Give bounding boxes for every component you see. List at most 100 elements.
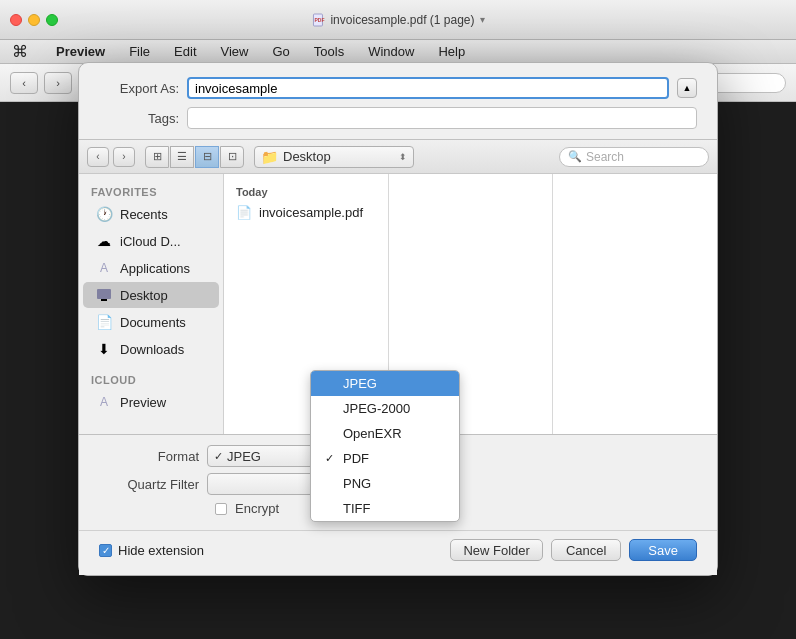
downloads-label: Downloads (120, 342, 184, 357)
view-buttons: ⊞ ☰ ⊟ ⊡ (145, 146, 244, 168)
format-label: Format (99, 449, 199, 464)
file-col3 (553, 174, 717, 434)
menu-tools[interactable]: Tools (310, 44, 348, 59)
sidebar-item-documents[interactable]: 📄 Documents (83, 309, 219, 335)
dropdown-item-tiff[interactable]: TIFF (311, 496, 459, 521)
location-arrow-icon: ⬍ (399, 152, 407, 162)
sidebar-item-preview[interactable]: A Preview (83, 389, 219, 415)
menu-window[interactable]: Window (364, 44, 418, 59)
dropdown-item-jpeg2000[interactable]: JPEG-2000 (311, 396, 459, 421)
cancel-button[interactable]: Cancel (551, 539, 621, 561)
hide-extension-check: ✓ Hide extension (99, 543, 204, 558)
applications-label: Applications (120, 261, 190, 276)
traffic-lights (10, 14, 58, 26)
format-check-icon: ✓ (214, 450, 223, 463)
view-column-button[interactable]: ⊟ (195, 146, 219, 168)
format-value: JPEG (227, 449, 261, 464)
recents-icon: 🕐 (95, 205, 113, 223)
browser-search-icon: 🔍 (568, 150, 582, 163)
browser-back-button[interactable]: ‹ (87, 147, 109, 167)
apple-menu[interactable]: ⌘ (8, 42, 32, 61)
expand-button[interactable]: ▲ (677, 78, 697, 98)
browser-forward-button[interactable]: › (113, 147, 135, 167)
dialog-footer: ✓ Hide extension New Folder Cancel Save (79, 530, 717, 575)
file-item-invoicesample[interactable]: 📄 invoicesample.pdf (224, 202, 388, 223)
close-button[interactable] (10, 14, 22, 26)
file-section-header: Today (224, 182, 388, 202)
downloads-icon: ⬇ (95, 340, 113, 358)
documents-label: Documents (120, 315, 186, 330)
favorites-header: Favorites (79, 182, 223, 200)
svg-text:PDF: PDF (314, 17, 324, 23)
toolbar-nav-back[interactable]: ‹ (10, 72, 38, 94)
maximize-button[interactable] (46, 14, 58, 26)
sidebar-item-downloads[interactable]: ⬇ Downloads (83, 336, 219, 362)
icloud-section-header: iCloud (79, 370, 223, 388)
tags-label: Tags: (99, 111, 179, 126)
menu-help[interactable]: Help (434, 44, 469, 59)
app-menu-preview[interactable]: Preview (52, 44, 109, 59)
svg-rect-3 (101, 299, 107, 301)
dropdown-item-png[interactable]: PNG (311, 471, 459, 496)
toolbar-nav-forward[interactable]: › (44, 72, 72, 94)
encrypt-checkbox[interactable] (215, 503, 227, 515)
window-title: PDF invoicesample.pdf (1 page) ▾ (311, 13, 484, 27)
applications-icon: A (95, 259, 113, 277)
sidebar-item-icloud[interactable]: ☁ iCloud D... (83, 228, 219, 254)
png-label: PNG (343, 476, 371, 491)
browser-search[interactable]: 🔍 Search (559, 147, 709, 167)
quartz-label: Quartz Filter (99, 477, 199, 492)
sidebar: Favorites 🕐 Recents ☁ iCloud D... A Appl… (79, 174, 224, 434)
folder-icon: 📁 (261, 149, 278, 165)
new-folder-button[interactable]: New Folder (450, 539, 542, 561)
preview-app-icon: A (95, 393, 113, 411)
view-list-button[interactable]: ☰ (170, 146, 194, 168)
pdf-check: ✓ (325, 452, 337, 465)
tiff-label: TIFF (343, 501, 370, 516)
preview-label: Preview (120, 395, 166, 410)
menu-bar: ⌘ Preview File Edit View Go Tools Window… (0, 40, 796, 64)
menu-view[interactable]: View (217, 44, 253, 59)
svg-rect-2 (97, 289, 111, 299)
title-bar: PDF invoicesample.pdf (1 page) ▾ (0, 0, 796, 40)
view-gallery-button[interactable]: ⊡ (220, 146, 244, 168)
menu-file[interactable]: File (125, 44, 154, 59)
hide-extension-label: Hide extension (118, 543, 204, 558)
export-as-row: Export As: ▲ (79, 63, 717, 105)
icloud-label: iCloud D... (120, 234, 181, 249)
sidebar-item-recents[interactable]: 🕐 Recents (83, 201, 219, 227)
file-pdf-icon: 📄 (236, 205, 252, 220)
browser-toolbar: ‹ › ⊞ ☰ ⊟ ⊡ 📁 Desktop ⬍ 🔍 Search (79, 140, 717, 174)
hide-extension-checkbox[interactable]: ✓ (99, 544, 112, 557)
dropdown-item-jpeg[interactable]: JPEG (311, 371, 459, 396)
location-label: Desktop (283, 149, 331, 164)
openexr-label: OpenEXR (343, 426, 402, 441)
export-as-input[interactable] (187, 77, 669, 99)
file-item-name: invoicesample.pdf (259, 205, 363, 220)
jpeg-label: JPEG (343, 376, 377, 391)
tags-row: Tags: (79, 105, 717, 139)
desktop-label: Desktop (120, 288, 168, 303)
sidebar-item-applications[interactable]: A Applications (83, 255, 219, 281)
jpeg2000-label: JPEG-2000 (343, 401, 410, 416)
desktop-icon (95, 286, 113, 304)
documents-icon: 📄 (95, 313, 113, 331)
dropdown-item-openexr[interactable]: OpenEXR (311, 421, 459, 446)
menu-edit[interactable]: Edit (170, 44, 200, 59)
save-button[interactable]: Save (629, 539, 697, 561)
icloud-icon: ☁ (95, 232, 113, 250)
sidebar-item-desktop[interactable]: Desktop (83, 282, 219, 308)
menu-go[interactable]: Go (268, 44, 293, 59)
pdf-label: PDF (343, 451, 369, 466)
tags-input[interactable] (187, 107, 697, 129)
expand-icon: ▲ (683, 83, 692, 93)
export-as-label: Export As: (99, 81, 179, 96)
location-selector[interactable]: 📁 Desktop ⬍ (254, 146, 414, 168)
minimize-button[interactable] (28, 14, 40, 26)
format-dropdown: JPEG JPEG-2000 OpenEXR ✓ PDF PNG TIFF (310, 370, 460, 522)
view-icon-button[interactable]: ⊞ (145, 146, 169, 168)
recents-label: Recents (120, 207, 168, 222)
encrypt-label: Encrypt (235, 501, 279, 516)
dropdown-item-pdf[interactable]: ✓ PDF (311, 446, 459, 471)
browser-search-placeholder: Search (586, 150, 624, 164)
